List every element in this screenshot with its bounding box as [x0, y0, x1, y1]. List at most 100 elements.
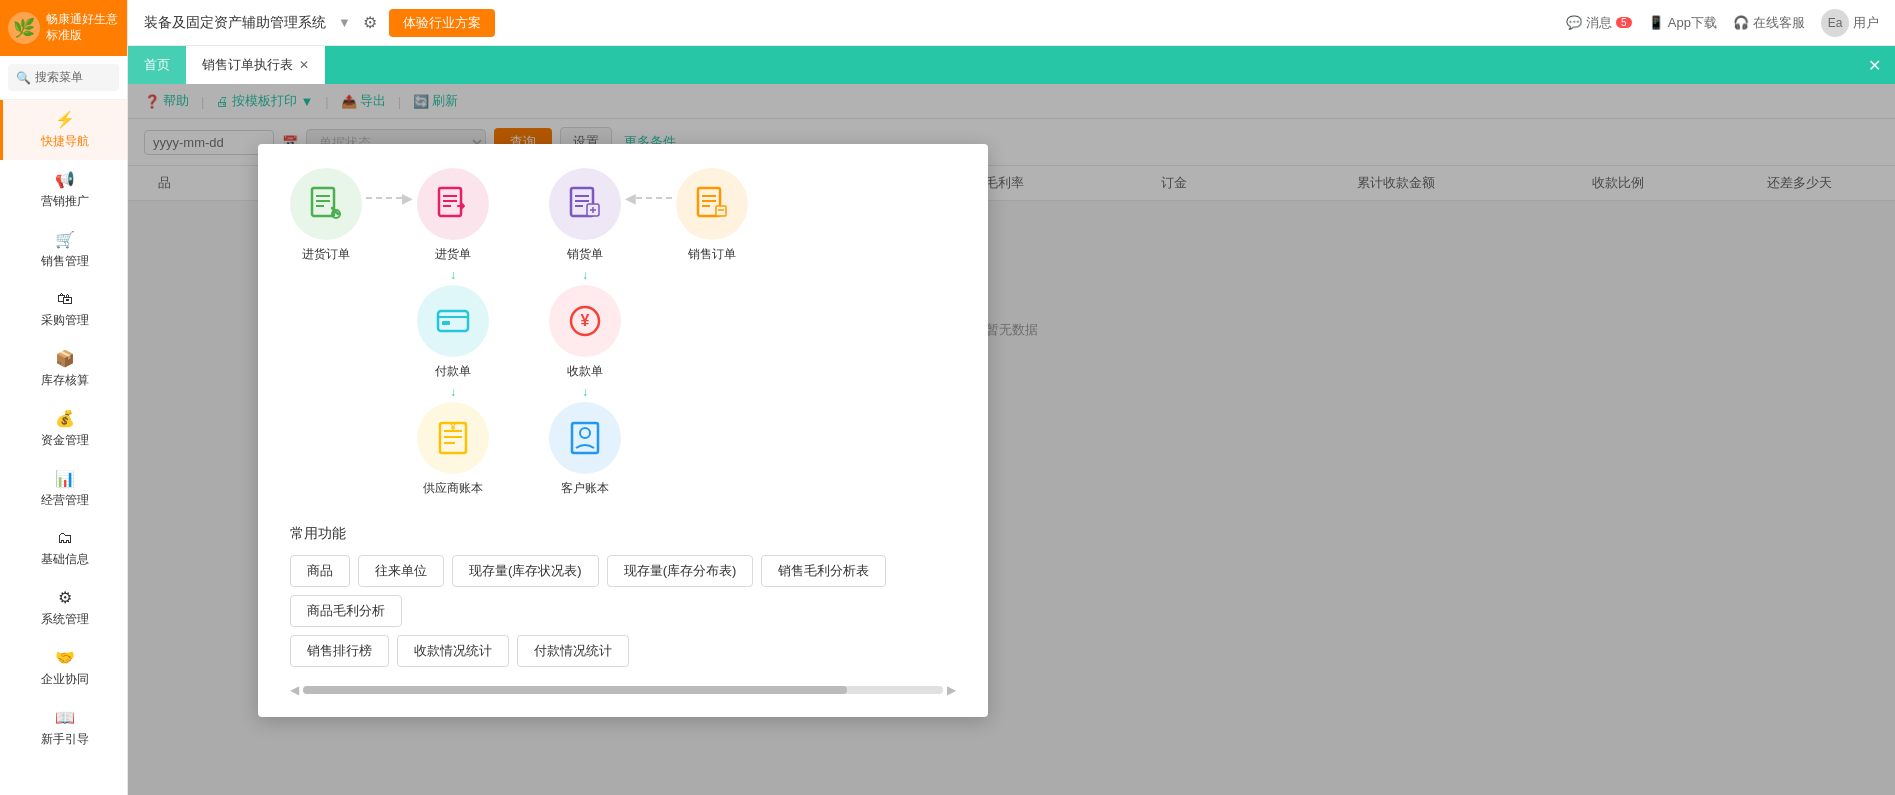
- modal-scrollbar-row: ◀ ▶: [290, 683, 956, 697]
- svg-rect-32: [716, 206, 726, 216]
- purchase-bill-label: 进货单: [435, 246, 471, 263]
- quick-nav-icon: ⚡: [55, 110, 75, 129]
- flow-col-sales-bill: 销货单 ↓ ¥ 收款单 ↓ 客户账本: [549, 168, 621, 497]
- operations-icon: 📊: [55, 469, 75, 488]
- app-download-btn[interactable]: 📱 App下载: [1648, 14, 1717, 32]
- sidebar-nav: ⚡ 快捷导航 📢 营销推广 🛒 销售管理 🛍 采购管理 📦 库存核算 💰: [0, 100, 127, 795]
- down-arrow-2: ↓: [450, 386, 456, 398]
- func-btn-4[interactable]: 销售毛利分析表: [761, 555, 886, 587]
- content-area: ❓ 帮助 | 🖨 按模板打印 ▼ | 📤 导出 | 🔄 刷新: [128, 84, 1895, 795]
- sidebar-search-area: 🔍 搜索菜单: [0, 56, 127, 100]
- common-functions-section: 常用功能 商品 往来单位 现存量(库存状况表) 现存量(库存分布表) 销售毛利分…: [290, 525, 956, 667]
- header-dropdown-arrow[interactable]: ▼: [338, 15, 351, 30]
- sidebar-item-base-info[interactable]: 🗂 基础信息: [0, 519, 127, 578]
- flow-col-purchase-bill: 进货单 ↓ 付款单 ↓ ¥ 供应商账本: [417, 168, 489, 497]
- tab-bar: 首页 销售订单执行表 ✕ ✕: [128, 46, 1895, 84]
- flow-diagram: 进货订单 ▶ 进货单 ↓: [290, 168, 956, 497]
- purchase-icon: 🛍: [57, 290, 73, 308]
- tab-close-btn[interactable]: ✕: [299, 58, 309, 72]
- sales-order-flow-label: 销售订单: [688, 246, 736, 263]
- header-right: 💬 消息 5 📱 App下载 🎧 在线客服 Ea 用户: [1566, 9, 1879, 37]
- search-icon: 🔍: [16, 71, 31, 85]
- sidebar-item-newbie[interactable]: 📖 新手引导: [0, 698, 127, 758]
- sidebar-item-sales[interactable]: 🛒 销售管理: [0, 220, 127, 280]
- func-btn-0[interactable]: 商品: [290, 555, 350, 587]
- scroll-right-btn[interactable]: ▶: [947, 683, 956, 697]
- sales-order-flow-node[interactable]: [676, 168, 748, 240]
- app-icon: 📱: [1648, 15, 1664, 30]
- user-menu[interactable]: Ea 用户: [1821, 9, 1879, 37]
- sidebar-item-system[interactable]: ⚙ 系统管理: [0, 578, 127, 638]
- supplier-account-node[interactable]: ¥: [417, 402, 489, 474]
- system-title: 装备及固定资产辅助管理系统: [144, 14, 326, 32]
- logo-icon: 🌿: [8, 12, 40, 44]
- customer-account-node[interactable]: [549, 402, 621, 474]
- func-btn-6[interactable]: 销售排行榜: [290, 635, 389, 667]
- payment-bill-node[interactable]: [417, 285, 489, 357]
- func-btn-2[interactable]: 现存量(库存状况表): [452, 555, 599, 587]
- top-header: 装备及固定资产辅助管理系统 ▼ ⚙ 体验行业方案 💬 消息 5 📱 App下载 …: [128, 0, 1895, 46]
- sidebar-item-marketing[interactable]: 📢 营销推广: [0, 160, 127, 220]
- func-btn-8[interactable]: 付款情况统计: [517, 635, 629, 667]
- main-area: 装备及固定资产辅助管理系统 ▼ ⚙ 体验行业方案 💬 消息 5 📱 App下载 …: [128, 0, 1895, 795]
- sidebar-item-finance[interactable]: 💰 资金管理: [0, 399, 127, 459]
- scroll-left-btn[interactable]: ◀: [290, 683, 299, 697]
- marketing-icon: 📢: [55, 170, 75, 189]
- settings-icon[interactable]: ⚙: [363, 13, 377, 32]
- down-arrow-4: ↓: [582, 386, 588, 398]
- flow-col-sales-order: 销售订单: [676, 168, 748, 263]
- svg-rect-9: [438, 311, 468, 331]
- sales-icon: 🛒: [55, 230, 75, 249]
- down-arrow-3: ↓: [582, 269, 588, 281]
- customer-account-label: 客户账本: [561, 480, 609, 497]
- tab-sales-order[interactable]: 销售订单执行表 ✕: [186, 46, 325, 84]
- service-icon: 🎧: [1733, 15, 1749, 30]
- search-menu-btn[interactable]: 🔍 搜索菜单: [8, 64, 119, 91]
- func-buttons-row2: 销售排行榜 收款情况统计 付款情况统计: [290, 635, 956, 667]
- func-btn-7[interactable]: 收款情况统计: [397, 635, 509, 667]
- svg-text:¥: ¥: [450, 422, 455, 432]
- logo-text: 畅康通好生意 标准版: [46, 12, 118, 43]
- sidebar-item-quick-nav[interactable]: ⚡ 快捷导航: [0, 100, 127, 160]
- down-arrow-1: ↓: [450, 269, 456, 281]
- purchase-order-node[interactable]: [290, 168, 362, 240]
- message-icon: 💬: [1566, 15, 1582, 30]
- func-btn-1[interactable]: 往来单位: [358, 555, 444, 587]
- message-btn[interactable]: 💬 消息 5: [1566, 14, 1632, 32]
- sidebar-logo[interactable]: 🌿 畅康通好生意 标准版: [0, 0, 127, 56]
- finance-icon: 💰: [55, 409, 75, 428]
- receipt-bill-label: 收款单: [567, 363, 603, 380]
- purchase-order-label: 进货订单: [302, 246, 350, 263]
- scrollbar-thumb: [303, 686, 847, 694]
- online-service-btn[interactable]: 🎧 在线客服: [1733, 14, 1805, 32]
- func-buttons-row1: 商品 往来单位 现存量(库存状况表) 现存量(库存分布表) 销售毛利分析表 商品…: [290, 555, 956, 627]
- message-badge: 5: [1616, 17, 1632, 28]
- modal-scrollbar-area: ◀ ▶: [290, 683, 956, 697]
- tab-home[interactable]: 首页: [128, 46, 186, 84]
- purchase-bill-node[interactable]: [417, 168, 489, 240]
- sidebar-item-purchase[interactable]: 🛍 采购管理: [0, 280, 127, 339]
- sales-bill-node[interactable]: [549, 168, 621, 240]
- func-btn-3[interactable]: 现存量(库存分布表): [607, 555, 754, 587]
- arrow-2: ◀: [625, 190, 672, 206]
- system-icon: ⚙: [58, 588, 72, 607]
- supplier-account-label: 供应商账本: [423, 480, 483, 497]
- inventory-icon: 📦: [55, 349, 75, 368]
- scrollbar-track[interactable]: [303, 686, 943, 694]
- func-btn-5[interactable]: 商品毛利分析: [290, 595, 402, 627]
- sidebar-item-operations[interactable]: 📊 经营管理: [0, 459, 127, 519]
- svg-rect-11: [442, 321, 450, 325]
- trial-btn[interactable]: 体验行业方案: [389, 9, 495, 37]
- receipt-bill-node[interactable]: ¥: [549, 285, 621, 357]
- sidebar-item-collab[interactable]: 🤝 企业协同: [0, 638, 127, 698]
- tab-bar-close-btn[interactable]: ✕: [1854, 46, 1895, 84]
- sidebar-item-inventory[interactable]: 📦 库存核算: [0, 339, 127, 399]
- avatar: Ea: [1821, 9, 1849, 37]
- arrow-1: ▶: [366, 190, 413, 206]
- svg-point-27: [580, 428, 590, 438]
- sales-bill-label: 销货单: [567, 246, 603, 263]
- flow-col-purchase-order: 进货订单: [290, 168, 362, 263]
- collab-icon: 🤝: [55, 648, 75, 667]
- svg-text:¥: ¥: [581, 312, 590, 329]
- common-func-title: 常用功能: [290, 525, 956, 543]
